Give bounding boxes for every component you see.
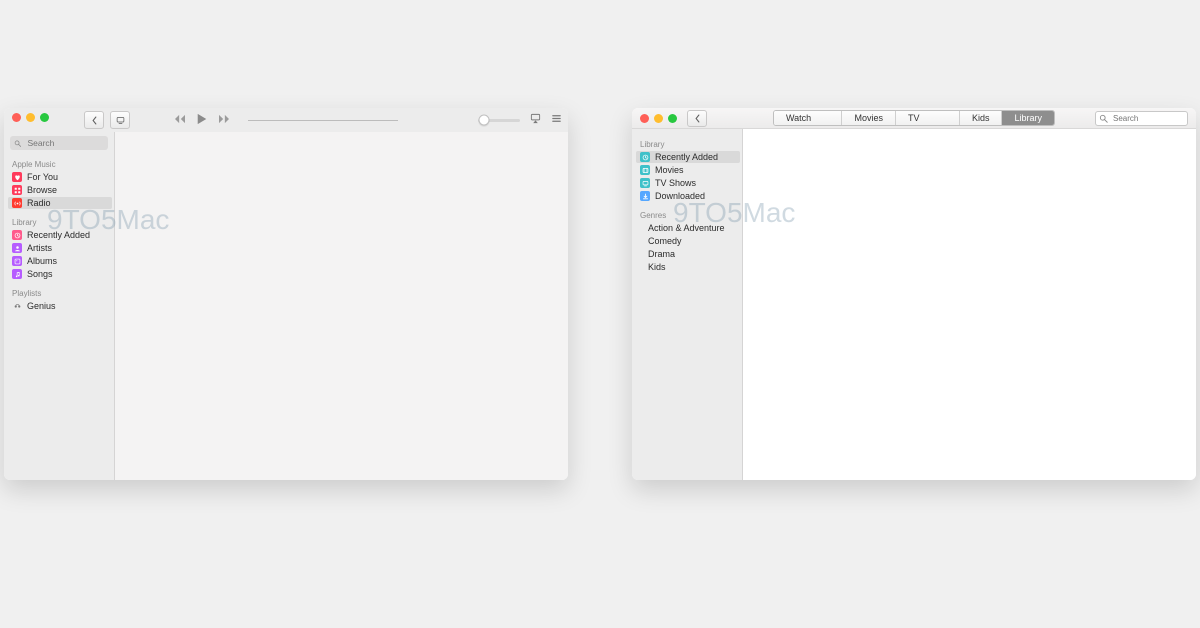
genius-icon [12,301,22,311]
film-icon [640,165,650,175]
tv-sidebar-label: Action & Adventure [648,223,725,233]
tv-icon [640,178,650,188]
play-button[interactable] [196,113,208,128]
tv-sidebar-item[interactable]: Downloaded [636,190,740,202]
music-sidebar-label: Radio [27,198,51,208]
grid-icon [12,185,22,195]
tv-sidebar-label: Recently Added [655,152,718,162]
search-icon [14,139,21,148]
minimize-dot[interactable] [26,113,35,122]
chevron-left-icon [694,114,701,123]
music-sidebar-item[interactable]: Songs [8,268,112,280]
radio-icon [12,198,22,208]
music-section-heading: Apple Music [12,160,108,169]
tv-sidebar-item[interactable]: Kids [636,261,740,273]
toolbar-search-input[interactable] [1111,113,1184,124]
zoom-dot[interactable] [40,113,49,122]
track-position-bar[interactable] [248,120,398,121]
tv-tab[interactable]: TV Shows [896,111,960,125]
tv-tab[interactable]: Library [1002,111,1054,125]
clock-icon [640,152,650,162]
music-toolbar [4,108,568,132]
tv-sidebar-label: Downloaded [655,191,705,201]
music-content-area: 9TO5Mac [115,132,568,480]
tv-sidebar-label: Drama [648,249,675,259]
monitor-icon [116,116,125,125]
music-section-heading: Playlists [12,289,108,298]
tv-sidebar-item[interactable]: Action & Adventure [636,222,740,234]
music-sidebar-item[interactable]: Browse [8,184,112,196]
zoom-dot[interactable] [668,114,677,123]
music-sidebar-label: Genius [27,301,56,311]
music-sidebar-label: Artists [27,243,52,253]
music-sidebar: Apple Music For You Browse Radio Library Rece… [4,132,115,480]
tv-tab[interactable]: Kids [960,111,1003,125]
sidebar-search[interactable] [10,136,108,150]
chevron-left-icon [91,116,98,125]
queue-button[interactable] [551,113,562,127]
music-sidebar-label: Albums [27,256,57,266]
tv-sidebar-item[interactable]: Recently Added [636,151,740,163]
person-icon [12,243,22,253]
music-sidebar-label: For You [27,172,58,182]
music-sidebar-item[interactable]: For You [8,171,112,183]
tv-tab[interactable]: Watch Now [774,111,842,125]
tv-sidebar-item[interactable]: Drama [636,248,740,260]
album-icon [12,256,22,266]
tv-section-heading: Genres [640,211,736,220]
previous-button[interactable] [174,114,186,127]
search-icon [1099,114,1108,123]
music-sidebar-label: Recently Added [27,230,90,240]
tv-content-area: 9TO5Mac [743,129,1196,480]
tv-sidebar-label: TV Shows [655,178,696,188]
music-sidebar-item[interactable]: Radio [8,197,112,209]
music-section-heading: Library [12,218,108,227]
tv-sidebar-item[interactable]: TV Shows [636,177,740,189]
clock-icon [12,230,22,240]
volume-slider[interactable] [478,119,520,122]
tv-sidebar-label: Movies [655,165,684,175]
minimize-dot[interactable] [654,114,663,123]
back-button[interactable] [687,110,707,127]
tv-sidebar-item[interactable]: Movies [636,164,740,176]
window-traffic-lights [632,114,677,123]
tv-tab[interactable]: Movies [842,111,896,125]
back-button[interactable] [84,111,104,129]
close-dot[interactable] [640,114,649,123]
tv-tabset: Watch NowMoviesTV ShowsKidsLibrary [773,110,1055,126]
sidebar-search-input[interactable] [25,137,104,149]
tv-sidebar: Library Recently Added Movies TV Shows Downl… [632,129,743,480]
music-sidebar-label: Browse [27,185,57,195]
tv-sidebar-item[interactable]: Comedy [636,235,740,247]
note-icon [12,269,22,279]
music-sidebar-label: Songs [27,269,53,279]
music-sidebar-item[interactable]: Genius [8,300,112,312]
music-sidebar-item[interactable]: Recently Added [8,229,112,241]
window-traffic-lights [4,113,49,122]
download-icon [640,191,650,201]
toolbar-search[interactable] [1095,111,1188,126]
tv-titlebar: Watch NowMoviesTV ShowsKidsLibrary [632,108,1196,129]
music-sidebar-item[interactable]: Artists [8,242,112,254]
device-button[interactable] [110,111,130,129]
music-sidebar-item[interactable]: Albums [8,255,112,267]
playback-controls [174,113,398,128]
tv-section-heading: Library [640,140,736,149]
airplay-button[interactable] [530,113,541,127]
tv-window: Watch NowMoviesTV ShowsKidsLibrary Libra… [632,108,1196,480]
tv-sidebar-label: Kids [648,262,666,272]
heart-icon [12,172,22,182]
music-window: Apple Music For You Browse Radio Library Rece… [4,108,568,480]
tv-sidebar-label: Comedy [648,236,682,246]
next-button[interactable] [218,114,230,127]
close-dot[interactable] [12,113,21,122]
